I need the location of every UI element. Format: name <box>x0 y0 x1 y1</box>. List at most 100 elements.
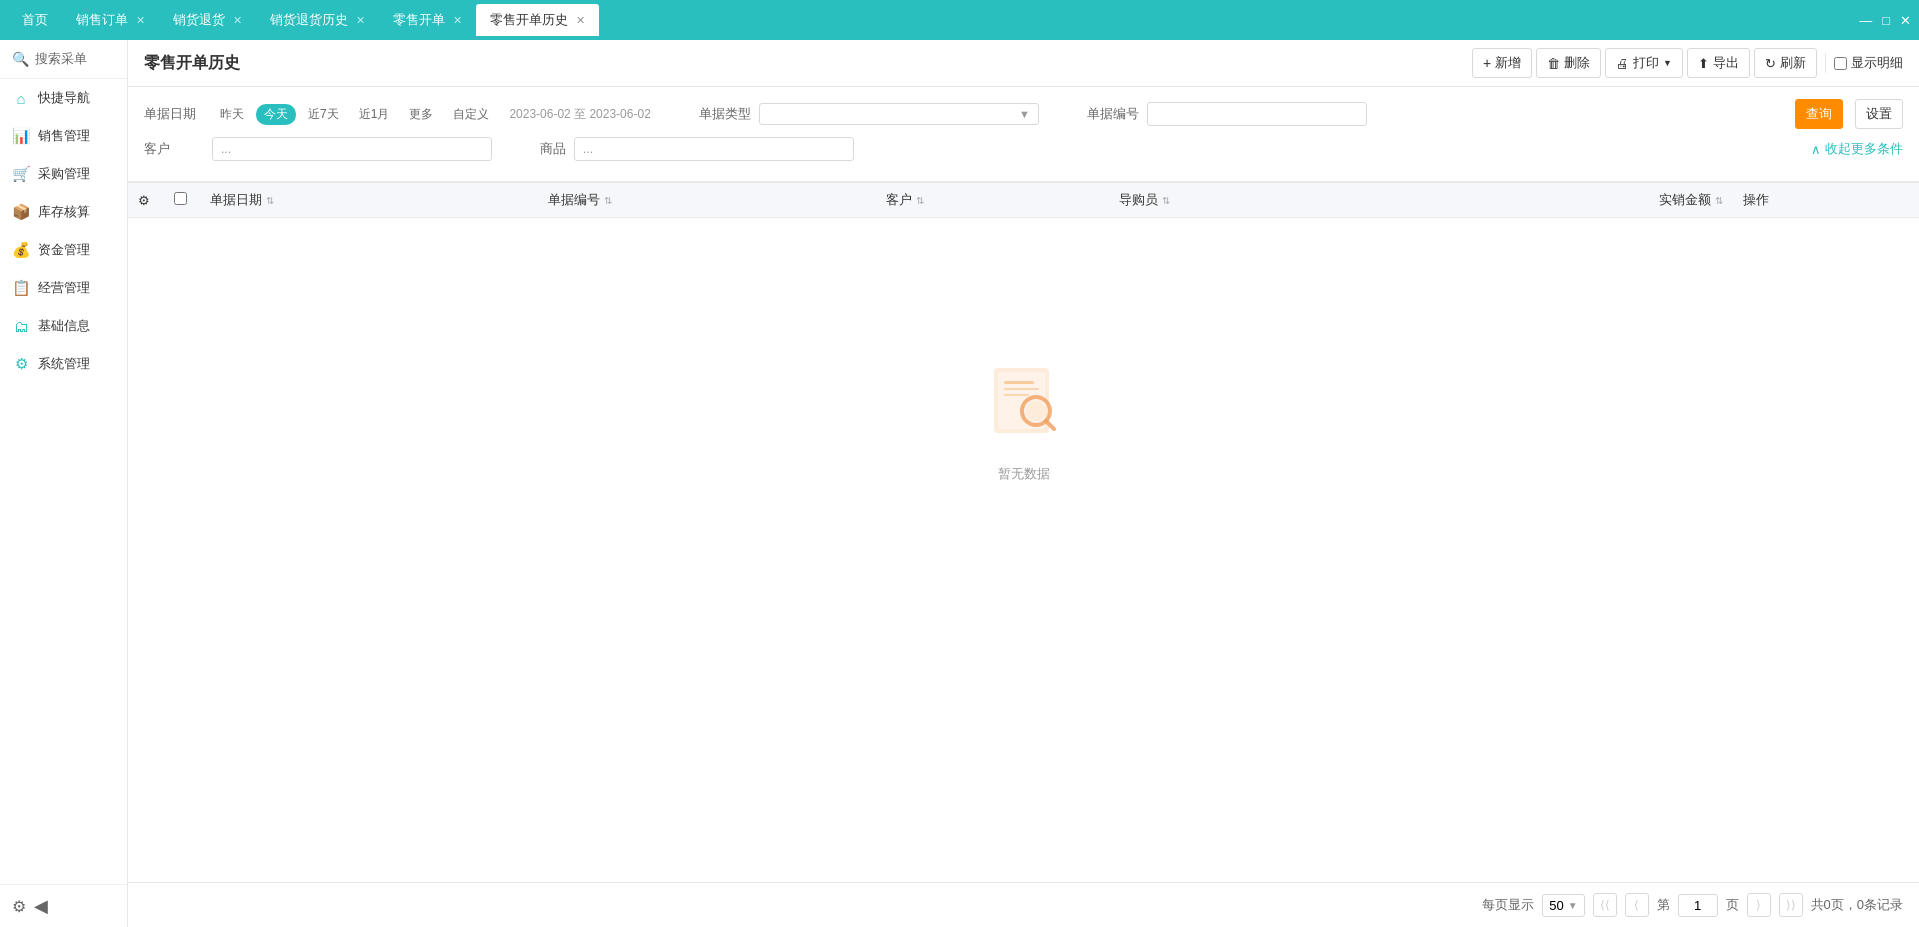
content-area: 零售开单历史 + 新增 🗑 删除 🖨 打印 ▼ ⬆ 导出 ↻ 刷新 显示明细 单… <box>128 40 1919 927</box>
svg-rect-3 <box>1004 388 1039 390</box>
sidebar-item-basic-info[interactable]: 🗂 基础信息 <box>0 307 127 345</box>
tab-retail-history[interactable]: 零售开单历史 ✕ <box>476 4 599 36</box>
date-quick-btns: 昨天 今天 近7天 近1月 更多 自定义 <box>212 104 497 125</box>
tab-sales-return-close[interactable]: ✕ <box>233 14 242 27</box>
svg-rect-2 <box>1004 381 1034 384</box>
per-page-label: 每页显示 <box>1482 896 1534 914</box>
tab-home[interactable]: 首页 <box>8 4 62 36</box>
date-range-display: 2023-06-02 至 2023-06-02 <box>509 106 650 123</box>
data-table: ⚙ 单据日期 ⇅ 单据编号 ⇅ <box>128 182 1919 618</box>
settings-bottom-icon[interactable]: ⚙ <box>12 897 26 916</box>
pagination: 每页显示 50 ▼ ⟨⟨ ⟨ 第 页 ⟩ ⟩⟩ 共0页，0条记录 <box>128 882 1919 927</box>
th-checkbox[interactable] <box>164 183 200 218</box>
maximize-icon[interactable]: □ <box>1882 13 1890 28</box>
show-detail-checkbox-label[interactable]: 显示明细 <box>1834 54 1903 72</box>
tab-sales-return-history-close[interactable]: ✕ <box>356 14 365 27</box>
home-icon: ⌂ <box>12 90 30 107</box>
minimize-icon[interactable]: — <box>1859 13 1872 28</box>
th-settings[interactable]: ⚙ <box>128 183 164 218</box>
collapse-filter-btn[interactable]: ∧ 收起更多条件 <box>1811 140 1903 158</box>
settings-button[interactable]: 设置 <box>1855 99 1903 129</box>
sidebar-item-system[interactable]: ⚙ 系统管理 <box>0 345 127 383</box>
main-layout: 🔍 搜索采单 ⌂ 快捷导航 📊 销售管理 🛒 采购管理 📦 库存核算 💰 资金管… <box>0 40 1919 927</box>
tab-retail-order-close[interactable]: ✕ <box>453 14 462 27</box>
number-filter-label: 单据编号 <box>1087 105 1139 123</box>
tab-retail-order[interactable]: 零售开单 ✕ <box>379 4 476 36</box>
type-filter-select[interactable]: ▼ <box>759 103 1039 125</box>
basic-info-icon: 🗂 <box>12 318 30 335</box>
sidebar-search[interactable]: 🔍 搜索采单 <box>0 40 127 79</box>
type-select-arrow: ▼ <box>1019 108 1030 120</box>
sidebar-item-purchase[interactable]: 🛒 采购管理 <box>0 155 127 193</box>
first-page-btn[interactable]: ⟨⟨ <box>1593 893 1617 917</box>
date-btn-7days[interactable]: 近7天 <box>300 104 347 125</box>
filter-row-date: 单据日期 昨天 今天 近7天 近1月 更多 自定义 2023-06-02 至 2… <box>144 99 1903 129</box>
system-icon: ⚙ <box>12 355 30 373</box>
refresh-button[interactable]: ↻ 刷新 <box>1754 48 1817 78</box>
date-btn-more[interactable]: 更多 <box>401 104 441 125</box>
customer-filter-input[interactable]: ... <box>212 137 492 161</box>
per-page-arrow: ▼ <box>1568 900 1578 911</box>
page-total: 共0页，0条记录 <box>1811 896 1903 914</box>
empty-state: 暂无数据 <box>128 218 1919 618</box>
show-detail-checkbox[interactable] <box>1834 57 1847 70</box>
goods-filter-input[interactable]: ... <box>574 137 854 161</box>
tab-bar: 首页 销售订单 ✕ 销货退货 ✕ 销货退货历史 ✕ 零售开单 ✕ 零售开单历史 … <box>0 0 1919 40</box>
toolbar: 零售开单历史 + 新增 🗑 删除 🖨 打印 ▼ ⬆ 导出 ↻ 刷新 显示明细 <box>128 40 1919 87</box>
print-button[interactable]: 🖨 打印 ▼ <box>1605 48 1683 78</box>
per-page-select[interactable]: 50 ▼ <box>1542 894 1584 917</box>
number-filter-input[interactable] <box>1147 102 1367 126</box>
tab-sales-return[interactable]: 销货退货 ✕ <box>159 4 256 36</box>
sidebar-item-finance[interactable]: 💰 资金管理 <box>0 231 127 269</box>
sidebar-item-quick-nav[interactable]: ⌂ 快捷导航 <box>0 79 127 117</box>
add-button[interactable]: + 新增 <box>1472 48 1532 78</box>
search-icon: 🔍 <box>12 51 29 67</box>
delete-button[interactable]: 🗑 删除 <box>1536 48 1601 78</box>
date-btn-today[interactable]: 今天 <box>256 104 296 125</box>
prev-page-btn[interactable]: ⟨ <box>1625 893 1649 917</box>
empty-text: 暂无数据 <box>998 465 1050 483</box>
collapse-icon: ∧ <box>1811 142 1821 157</box>
delete-icon: 🗑 <box>1547 56 1560 71</box>
add-icon: + <box>1483 55 1491 71</box>
sort-date-icon: ⇅ <box>266 195 274 206</box>
sales-icon: 📊 <box>12 127 30 145</box>
svg-rect-4 <box>1004 394 1029 396</box>
close-window-icon[interactable]: ✕ <box>1900 13 1911 28</box>
th-customer[interactable]: 客户 ⇅ <box>876 183 1109 218</box>
select-all-checkbox[interactable] <box>174 192 187 205</box>
svg-point-6 <box>1026 401 1046 421</box>
th-amount[interactable]: 实销金额 ⇅ <box>1395 183 1733 218</box>
collapse-sidebar-icon[interactable]: ◀ <box>34 895 48 917</box>
tab-sales-return-history[interactable]: 销货退货历史 ✕ <box>256 4 379 36</box>
page-unit: 页 <box>1726 896 1739 914</box>
table-header-row: ⚙ 单据日期 ⇅ 单据编号 ⇅ <box>128 183 1919 218</box>
tab-sales-order[interactable]: 销售订单 ✕ <box>62 4 159 36</box>
purchase-icon: 🛒 <box>12 165 30 183</box>
sidebar-item-management[interactable]: 📋 经营管理 <box>0 269 127 307</box>
sort-amount-icon: ⇅ <box>1715 195 1723 206</box>
sidebar-item-inventory[interactable]: 📦 库存核算 <box>0 193 127 231</box>
goods-filter-label: 商品 <box>540 140 566 158</box>
date-btn-custom[interactable]: 自定义 <box>445 104 497 125</box>
refresh-icon: ↻ <box>1765 56 1776 71</box>
th-number[interactable]: 单据编号 ⇅ <box>538 183 876 218</box>
table-container: ⚙ 单据日期 ⇅ 单据编号 ⇅ <box>128 182 1919 882</box>
column-settings-icon[interactable]: ⚙ <box>138 193 150 208</box>
sidebar-bottom: ⚙ ◀ <box>0 884 127 927</box>
date-btn-1month[interactable]: 近1月 <box>351 104 398 125</box>
page-number-input[interactable] <box>1678 894 1718 917</box>
th-date[interactable]: 单据日期 ⇅ <box>200 183 538 218</box>
th-guide[interactable]: 导购员 ⇅ <box>1109 183 1395 218</box>
query-button[interactable]: 查询 <box>1795 99 1843 129</box>
table-empty-row: 暂无数据 <box>128 218 1919 619</box>
tab-retail-history-close[interactable]: ✕ <box>576 14 585 27</box>
filter-area: 单据日期 昨天 今天 近7天 近1月 更多 自定义 2023-06-02 至 2… <box>128 87 1919 182</box>
management-icon: 📋 <box>12 279 30 297</box>
export-button[interactable]: ⬆ 导出 <box>1687 48 1750 78</box>
next-page-btn[interactable]: ⟩ <box>1747 893 1771 917</box>
last-page-btn[interactable]: ⟩⟩ <box>1779 893 1803 917</box>
sidebar-item-sales[interactable]: 📊 销售管理 <box>0 117 127 155</box>
date-btn-yesterday[interactable]: 昨天 <box>212 104 252 125</box>
tab-sales-order-close[interactable]: ✕ <box>136 14 145 27</box>
